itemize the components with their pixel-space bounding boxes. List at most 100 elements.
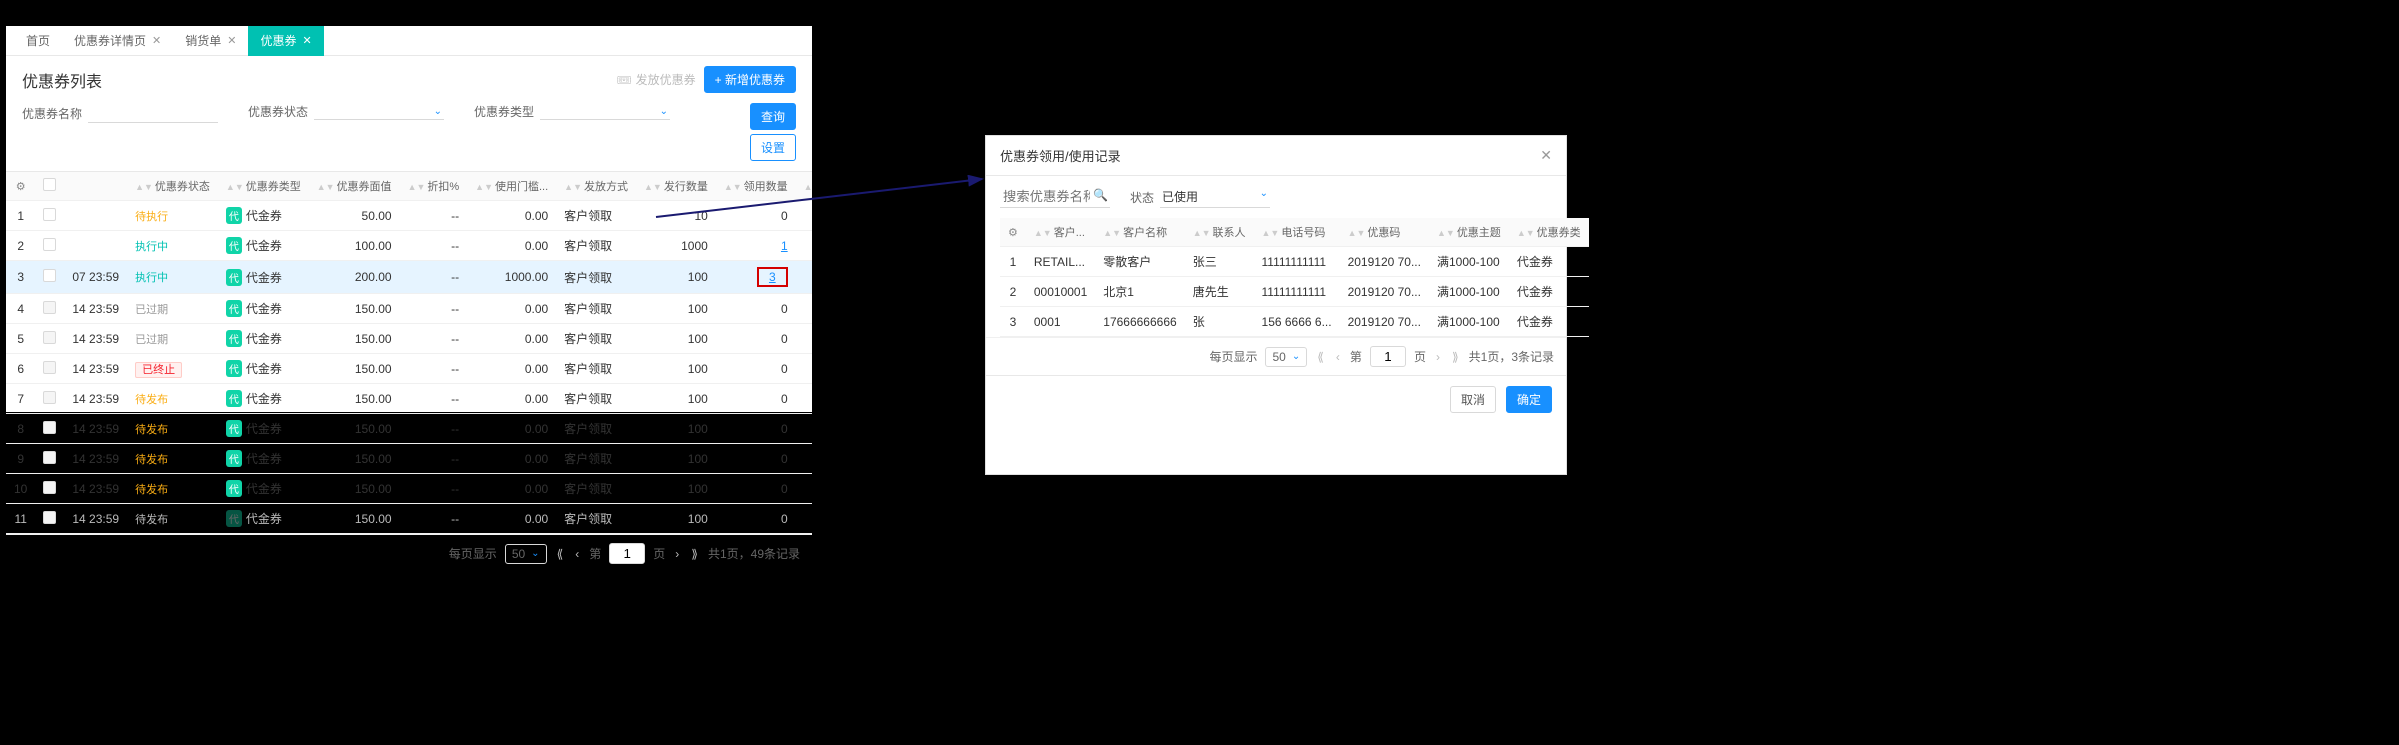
- filter-name-input[interactable]: [88, 103, 218, 123]
- filter-status-select[interactable]: ⌄: [314, 104, 444, 120]
- chevron-down-icon: ⌄: [1260, 188, 1268, 205]
- cell-face: 150.00: [309, 384, 400, 414]
- modal-status-select[interactable]: 已使用 ⌄: [1160, 186, 1270, 208]
- tab-coupon[interactable]: 优惠券✕: [248, 26, 323, 56]
- page-input[interactable]: [1370, 346, 1406, 367]
- tab-home[interactable]: 首页: [14, 26, 62, 56]
- sort-icon[interactable]: ▲▼: [564, 185, 582, 190]
- cell-coupon-code: 2019120 70...: [1340, 247, 1429, 277]
- sort-icon[interactable]: ▲▼: [724, 185, 742, 190]
- last-page-icon[interactable]: ⟫: [1450, 350, 1461, 364]
- sort-icon[interactable]: ▲▼: [1262, 231, 1280, 236]
- tab-detail[interactable]: 优惠券详情页✕: [62, 26, 173, 56]
- table-row[interactable]: 1 RETAIL... 零散客户 张三 11111111111 2019120 …: [1000, 247, 1589, 277]
- status-badge: 已终止: [135, 362, 182, 378]
- close-icon[interactable]: ✕: [152, 34, 161, 47]
- col-status: 优惠券状态: [155, 181, 210, 193]
- cell-type: 代金券: [246, 422, 282, 436]
- sort-icon[interactable]: ▲▼: [317, 185, 335, 190]
- close-icon[interactable]: ✕: [227, 34, 236, 47]
- search-icon[interactable]: 🔍: [1093, 188, 1108, 202]
- distribute-coupon-link[interactable]: 🎟 发放优惠券: [616, 71, 695, 88]
- sort-icon[interactable]: ▲▼: [1437, 231, 1455, 236]
- last-page-icon[interactable]: ⟫: [689, 547, 700, 561]
- cell-discount: --: [400, 444, 468, 474]
- cell-cust-name: 17666666666: [1095, 307, 1184, 337]
- gear-icon[interactable]: ⚙: [1008, 227, 1018, 239]
- row-checkbox[interactable]: [43, 208, 56, 221]
- next-page-icon[interactable]: ›: [1434, 350, 1442, 364]
- first-page-icon[interactable]: ⟪: [1315, 350, 1326, 364]
- table-row[interactable]: 2 00010001 北京1 唐先生 11111111111 2019120 7…: [1000, 277, 1589, 307]
- row-number: 8: [6, 414, 35, 444]
- table-row[interactable]: 10 14 23:59 待发布 代代金券 150.00 -- 0.00 客户领取…: [6, 474, 812, 504]
- cell-type: 代金券: [1509, 307, 1589, 337]
- next-page-icon[interactable]: ›: [673, 547, 681, 561]
- sort-icon[interactable]: ▲▼: [804, 185, 812, 190]
- first-page-icon[interactable]: ⟪: [555, 547, 566, 561]
- sort-icon[interactable]: ▲▼: [1348, 231, 1366, 236]
- receive-count-link[interactable]: 3: [769, 270, 776, 284]
- table-row[interactable]: 6 14 23:59 已终止 代代金券 150.00 -- 0.00 客户领取 …: [6, 354, 812, 384]
- sort-icon[interactable]: ▲▼: [1517, 231, 1535, 236]
- status-value: 已使用: [1162, 188, 1198, 205]
- table-row[interactable]: 5 14 23:59 已过期 代代金券 150.00 -- 0.00 客户领取 …: [6, 324, 812, 354]
- close-icon[interactable]: ✕: [1540, 147, 1552, 164]
- per-page-select[interactable]: 50⌄: [1265, 347, 1307, 367]
- usage-table: ⚙ ▲▼客户... ▲▼客户名称 ▲▼联系人 ▲▼电话号码 ▲▼优惠码 ▲▼优惠…: [1000, 218, 1589, 337]
- table-row[interactable]: 8 14 23:59 待发布 代代金券 150.00 -- 0.00 客户领取 …: [6, 414, 812, 444]
- table-row[interactable]: 1 待执行 代代金券 50.00 -- 0.00 客户领取 10 0 0 ↗ ▦: [6, 201, 812, 231]
- type-badge: 代: [226, 510, 242, 527]
- status-badge: 已过期: [135, 334, 168, 346]
- sort-icon[interactable]: ▲▼: [1103, 231, 1121, 236]
- col-coupon-code: 优惠码: [1367, 227, 1400, 239]
- prev-page-icon[interactable]: ‹: [573, 547, 581, 561]
- close-icon[interactable]: ✕: [303, 34, 312, 47]
- col-discount: 折扣%: [427, 181, 459, 193]
- table-row[interactable]: 4 14 23:59 已过期 代代金券 150.00 -- 0.00 客户领取 …: [6, 294, 812, 324]
- receive-count-link[interactable]: 1: [781, 239, 788, 253]
- sort-icon[interactable]: ▲▼: [475, 185, 493, 190]
- tab-sales[interactable]: 销货单✕: [173, 26, 248, 56]
- row-checkbox[interactable]: [43, 238, 56, 251]
- table-row[interactable]: 3 07 23:59 执行中 代代金券 200.00 -- 1000.00 客户…: [6, 261, 812, 294]
- sort-icon[interactable]: ▲▼: [135, 185, 153, 190]
- sort-icon[interactable]: ▲▼: [644, 185, 662, 190]
- table-row[interactable]: 2 执行中 代代金券 100.00 -- 0.00 客户领取 1000 1 0 …: [6, 231, 812, 261]
- page-input[interactable]: [609, 543, 645, 564]
- modal-status-label: 状态: [1130, 189, 1154, 206]
- cancel-button[interactable]: 取消: [1450, 386, 1496, 413]
- cell-issue: 100: [636, 504, 716, 534]
- per-page-select[interactable]: 50⌄: [505, 544, 547, 564]
- cell-cust-code: 0001: [1026, 307, 1095, 337]
- type-badge: 代: [226, 450, 242, 467]
- sort-icon[interactable]: ▲▼: [1193, 231, 1211, 236]
- sort-icon[interactable]: ▲▼: [1034, 231, 1052, 236]
- prev-page-icon[interactable]: ‹: [1334, 350, 1342, 364]
- confirm-button[interactable]: 确定: [1506, 386, 1552, 413]
- table-row[interactable]: 7 14 23:59 待发布 代代金券 150.00 -- 0.00 客户领取 …: [6, 384, 812, 414]
- chevron-down-icon: ⌄: [1292, 351, 1300, 362]
- table-row[interactable]: 3 0001 17666666666 张 156 6666 6... 20191…: [1000, 307, 1589, 337]
- type-badge: 代: [226, 330, 242, 347]
- page-title: 优惠券列表: [22, 68, 102, 92]
- cell-use: 0: [796, 414, 812, 444]
- cell-face: 150.00: [309, 324, 400, 354]
- select-all-checkbox[interactable]: [43, 178, 56, 191]
- filter-type-select[interactable]: ⌄: [540, 104, 670, 120]
- cell-threshold: 0.00: [467, 294, 556, 324]
- setting-button[interactable]: 设置: [750, 134, 796, 161]
- query-button[interactable]: 查询: [750, 103, 796, 130]
- row-checkbox: [43, 451, 56, 464]
- page-suffix: 页: [653, 545, 665, 562]
- row-checkbox[interactable]: [43, 269, 56, 282]
- sort-icon[interactable]: ▲▼: [408, 185, 426, 190]
- cell-method: 客户领取: [556, 504, 636, 534]
- cell-discount: --: [400, 414, 468, 444]
- sort-icon[interactable]: ▲▼: [226, 185, 244, 190]
- gear-icon[interactable]: ⚙: [16, 181, 26, 193]
- table-row[interactable]: 9 14 23:59 待发布 代代金券 150.00 -- 0.00 客户领取 …: [6, 444, 812, 474]
- add-coupon-button[interactable]: + 新增优惠券: [704, 66, 796, 93]
- status-badge: 待发布: [135, 484, 168, 496]
- table-row[interactable]: 11 14 23:59 待发布 代代金券 150.00 -- 0.00 客户领取…: [6, 504, 812, 534]
